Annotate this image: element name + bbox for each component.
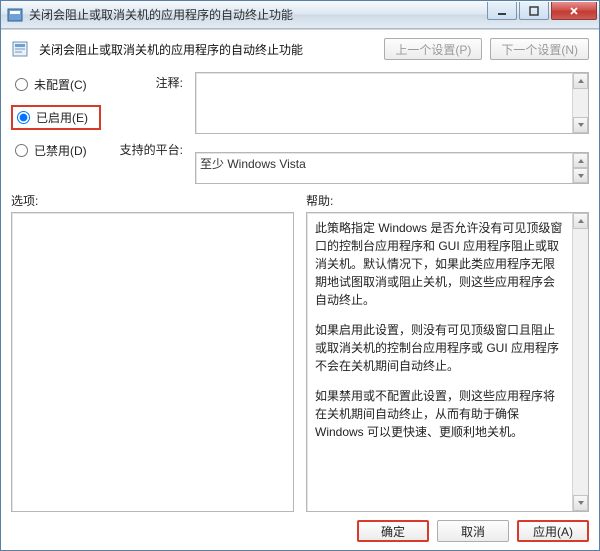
radio-group: 未配置(C) 已启用(E) 已禁用(D) (11, 72, 101, 184)
scroll-down-icon[interactable] (573, 495, 588, 511)
apply-button[interactable]: 应用(A) (517, 520, 589, 542)
maximize-button[interactable] (519, 2, 549, 20)
next-setting-button[interactable]: 下一个设置(N) (490, 38, 589, 60)
title-bar: 关闭会阻止或取消关机的应用程序的自动终止功能 (1, 1, 599, 29)
window-controls (487, 2, 597, 20)
comment-value (196, 73, 572, 133)
options-pane (11, 212, 294, 512)
supported-scrollbar[interactable] (572, 153, 588, 183)
app-icon (7, 7, 23, 23)
help-scrollbar[interactable] (572, 213, 588, 511)
radio-not-configured-input[interactable] (15, 78, 28, 91)
help-paragraph: 如果启用此设置，则没有可见顶级窗口且阻止或取消关机的控制台应用程序或 GUI 应… (315, 321, 564, 375)
minimize-button[interactable] (487, 2, 517, 20)
help-content: 此策略指定 Windows 是否允许没有可见顶级窗口的控制台应用程序和 GUI … (307, 213, 572, 511)
help-pane: 此策略指定 Windows 是否允许没有可见顶级窗口的控制台应用程序和 GUI … (306, 212, 589, 512)
prev-setting-button[interactable]: 上一个设置(P) (384, 38, 482, 60)
dialog-window: 关闭会阻止或取消关机的应用程序的自动终止功能 关闭会阻止或取消关机的应用程序的自… (0, 0, 600, 551)
window-title: 关闭会阻止或取消关机的应用程序的自动终止功能 (29, 6, 487, 23)
scroll-up-icon[interactable] (573, 213, 588, 229)
scroll-up-icon[interactable] (573, 73, 588, 89)
client-area: 关闭会阻止或取消关机的应用程序的自动终止功能 上一个设置(P) 下一个设置(N)… (1, 29, 599, 550)
header-row: 关闭会阻止或取消关机的应用程序的自动终止功能 上一个设置(P) 下一个设置(N) (11, 38, 589, 60)
radio-disabled-input[interactable] (15, 144, 28, 157)
help-paragraph: 此策略指定 Windows 是否允许没有可见顶级窗口的控制台应用程序和 GUI … (315, 219, 564, 309)
config-row: 未配置(C) 已启用(E) 已禁用(D) 注释: 支持的平台: (11, 72, 589, 184)
radio-enabled-input[interactable] (17, 111, 30, 124)
help-paragraph: 如果禁用或不配置此设置，则这些应用程序将在关机期间自动终止，从而有助于确保 Wi… (315, 387, 564, 441)
close-button[interactable] (551, 2, 597, 20)
cancel-button[interactable]: 取消 (437, 520, 509, 542)
supported-value: 至少 Windows Vista (196, 153, 572, 183)
footer: 确定 取消 应用(A) (11, 520, 589, 542)
help-column: 帮助: 此策略指定 Windows 是否允许没有可见顶级窗口的控制台应用程序和 … (306, 192, 589, 512)
scroll-up-icon[interactable] (573, 153, 588, 168)
radio-enabled[interactable]: 已启用(E) (11, 105, 101, 130)
fields-col: 至少 Windows Vista (195, 72, 589, 184)
labels-col: 注释: 支持的平台: (113, 72, 183, 184)
ok-button[interactable]: 确定 (357, 520, 429, 542)
comment-scrollbar[interactable] (572, 73, 588, 133)
radio-disabled[interactable]: 已禁用(D) (11, 140, 101, 161)
supported-field: 至少 Windows Vista (195, 152, 589, 184)
options-content (12, 213, 293, 511)
policy-icon (11, 39, 31, 59)
radio-enabled-label: 已启用(E) (36, 109, 88, 126)
radio-not-configured-label: 未配置(C) (34, 76, 87, 93)
help-label: 帮助: (306, 192, 589, 208)
options-column: 选项: (11, 192, 294, 512)
scroll-down-icon[interactable] (573, 168, 588, 183)
supported-label: 支持的平台: (120, 141, 183, 158)
radio-not-configured[interactable]: 未配置(C) (11, 74, 101, 95)
policy-title: 关闭会阻止或取消关机的应用程序的自动终止功能 (39, 41, 384, 58)
comment-field[interactable] (195, 72, 589, 134)
comment-label: 注释: (156, 74, 183, 91)
options-label: 选项: (11, 192, 294, 208)
radio-disabled-label: 已禁用(D) (34, 142, 87, 159)
lower-panes: 选项: 帮助: 此策略指定 Windows 是否允许没有可见顶级窗口的控制台应用… (11, 192, 589, 512)
scroll-down-icon[interactable] (573, 117, 588, 133)
